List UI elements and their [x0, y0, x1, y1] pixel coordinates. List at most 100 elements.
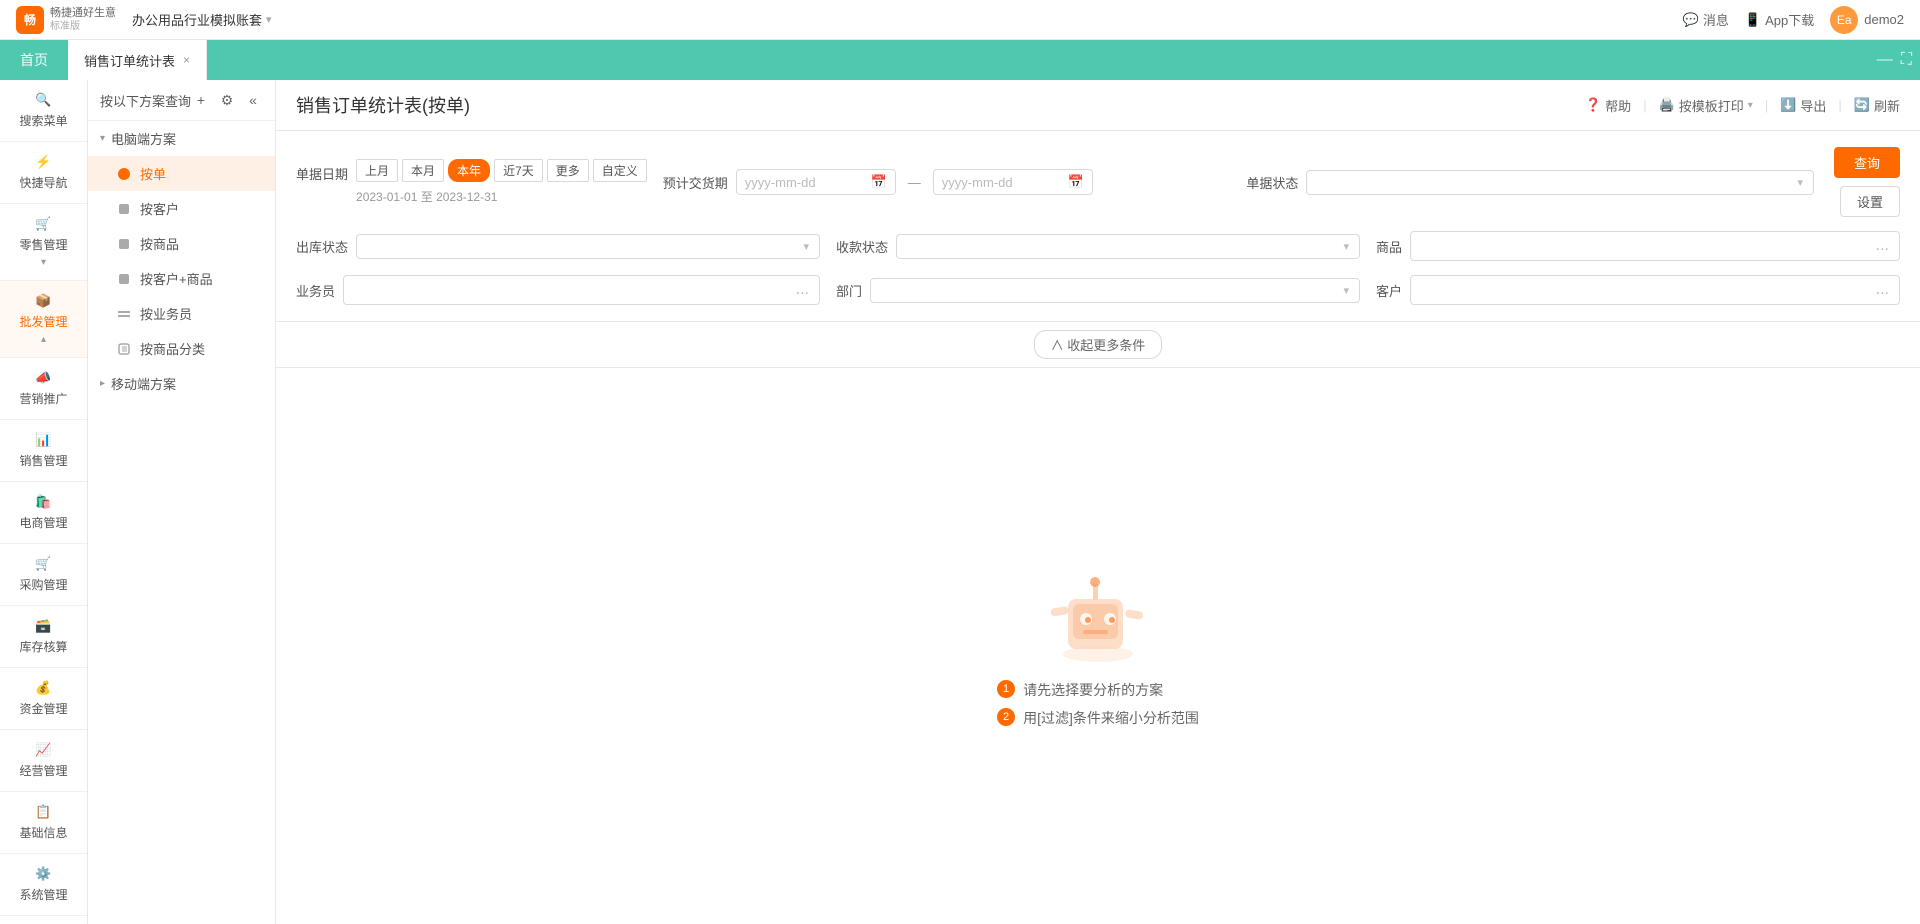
phone-icon: 📱: [1745, 12, 1761, 28]
sidebar-item-cooperation[interactable]: 🤝 企业协同: [0, 916, 87, 924]
sidebar-item-marketing[interactable]: 📣 营销推广: [0, 358, 87, 420]
finance-icon: 💰: [35, 680, 51, 696]
basics-icon: 📋: [35, 804, 51, 820]
scheme-icon-salesman: [116, 306, 132, 322]
expected-date-end[interactable]: yyyy-mm-dd 📅: [933, 169, 1093, 195]
inventory-icon: 🗃️: [35, 618, 51, 634]
settings-btn[interactable]: 设置: [1840, 186, 1900, 217]
dept-select[interactable]: ▾: [870, 278, 1360, 303]
scheme-group-desktop: ▾ 电脑端方案 按单 按客户: [88, 121, 275, 366]
scheme-group-mobile: ▸ 移动端方案: [88, 366, 275, 401]
workspace-selector[interactable]: 办公用品行业模拟账套 ▾: [124, 6, 280, 33]
scheme-icon-customer-goods: [116, 271, 132, 287]
bill-date-filter: 单据日期 上月 本月 本年 近7天 更多 自定义 2023-01-01 至 20…: [296, 159, 647, 205]
query-btn[interactable]: 查询: [1834, 147, 1900, 178]
tab-close-btn[interactable]: ×: [183, 53, 190, 67]
customer-select[interactable]: ...: [1410, 275, 1900, 305]
sidebar-item-ecommerce[interactable]: 🛍️ 电商管理: [0, 482, 87, 544]
expected-date-filter: 预计交货期 yyyy-mm-dd 📅 — yyyy-mm-dd 📅: [663, 169, 1231, 195]
logo: 畅 畅捷通好生意 标准版: [16, 6, 116, 34]
last7-btn[interactable]: 近7天: [494, 159, 543, 182]
goods-ellipsis[interactable]: ...: [1876, 237, 1889, 255]
empty-illustration: [1038, 564, 1158, 664]
sidebar-item-search[interactable]: 🔍 搜索菜单: [0, 80, 87, 142]
scheme-item-by-customer[interactable]: 按客户: [88, 191, 275, 226]
ship-status-select[interactable]: ▾: [356, 234, 820, 259]
refresh-icon: 🔄: [1854, 97, 1870, 113]
app-download-action[interactable]: 📱 App下载: [1745, 10, 1814, 29]
sidebar-item-management[interactable]: 📈 经营管理: [0, 730, 87, 792]
scheme-icon-order: [116, 166, 132, 182]
bill-status-filter: 单据状态 ▾: [1246, 170, 1814, 195]
scheme-item-by-order[interactable]: 按单: [88, 156, 275, 191]
current-year-btn[interactable]: 本年: [448, 159, 490, 182]
filter-row-1: 单据日期 上月 本月 本年 近7天 更多 自定义 2023-01-01 至 20…: [296, 147, 1900, 217]
scheme-group-desktop-header[interactable]: ▾ 电脑端方案: [88, 121, 275, 156]
logo-icon: 畅: [16, 6, 44, 34]
retail-arrow-icon: ▾: [41, 257, 46, 268]
scheme-collapse-btn[interactable]: «: [243, 90, 263, 110]
collapse-btn[interactable]: ∧ 收起更多条件: [1034, 330, 1163, 359]
sidebar-item-sales[interactable]: 📊 销售管理: [0, 420, 87, 482]
collapse-bar[interactable]: ∧ 收起更多条件: [276, 322, 1920, 368]
sidebar-item-wholesale[interactable]: 📦 批发管理 ▴: [0, 281, 87, 358]
print-btn[interactable]: 🖨️ 按模板打印 ▾: [1659, 96, 1753, 115]
sidebar-item-purchase[interactable]: 🛒 采购管理: [0, 544, 87, 606]
tab-home[interactable]: 首页: [0, 40, 68, 80]
sidebar-item-basics[interactable]: 📋 基础信息: [0, 792, 87, 854]
scheme-item-by-customer-goods[interactable]: 按客户+商品: [88, 261, 275, 296]
last-month-btn[interactable]: 上月: [356, 159, 398, 182]
scheme-panel: 按以下方案查询 + ⚙ « ▾ 电脑端方案 按单: [88, 80, 276, 924]
receipt-status-arrow-icon: ▾: [1343, 240, 1349, 253]
tab-maximize-btn[interactable]: ⛶: [1901, 51, 1912, 69]
sidebar-item-finance[interactable]: 💰 资金管理: [0, 668, 87, 730]
scheme-group-mobile-header[interactable]: ▸ 移动端方案: [88, 366, 275, 401]
scheme-item-by-goods-category[interactable]: 按商品分类: [88, 331, 275, 366]
receipt-status-filter: 收款状态 ▾: [836, 234, 1360, 259]
retail-icon: 🛒: [35, 216, 51, 232]
refresh-btn[interactable]: 🔄 刷新: [1854, 96, 1900, 115]
bill-status-select[interactable]: ▾: [1306, 170, 1814, 195]
sidebar-item-retail[interactable]: 🛒 零售管理 ▾: [0, 204, 87, 281]
custom-date-btn[interactable]: 自定义: [593, 159, 647, 182]
action-buttons: 查询 设置: [1830, 147, 1900, 217]
print-icon: 🖨️: [1659, 97, 1675, 113]
salesman-select[interactable]: ...: [343, 275, 820, 305]
sidebar-item-shortcuts[interactable]: ⚡ 快捷导航: [0, 142, 87, 204]
export-icon: ⬇️: [1780, 97, 1796, 113]
filter-row-3: 业务员 ... 部门 ▾ 客户: [296, 275, 1900, 305]
system-icon: ⚙️: [35, 866, 51, 882]
sidebar: 🔍 搜索菜单 ⚡ 快捷导航 🛒 零售管理 ▾ 📦 批发管理 ▴ 📣 营销推广 📊…: [0, 80, 88, 924]
this-month-btn[interactable]: 本月: [402, 159, 444, 182]
help-btn[interactable]: ❓ 帮助: [1585, 96, 1631, 115]
scheme-icon-customer: [116, 201, 132, 217]
export-btn[interactable]: ⬇️ 导出: [1780, 96, 1826, 115]
sidebar-item-inventory[interactable]: 🗃️ 库存核算: [0, 606, 87, 668]
tab-sales-statistics[interactable]: 销售订单统计表 ×: [68, 40, 207, 80]
salesman-ellipsis[interactable]: ...: [796, 281, 809, 299]
expected-date-start[interactable]: yyyy-mm-dd 📅: [736, 169, 896, 195]
goods-filter: 商品 ...: [1376, 231, 1900, 261]
scheme-item-by-goods[interactable]: 按商品: [88, 226, 275, 261]
goods-select[interactable]: ...: [1410, 231, 1900, 261]
wholesale-icon: 📦: [35, 293, 51, 309]
receipt-status-select[interactable]: ▾: [896, 234, 1360, 259]
message-action[interactable]: 💬 消息: [1683, 10, 1729, 29]
bill-status-arrow-icon: ▾: [1797, 176, 1803, 189]
tab-minimize-btn[interactable]: —: [1877, 51, 1893, 69]
scheme-settings-btn[interactable]: ⚙: [217, 90, 237, 110]
customer-ellipsis[interactable]: ...: [1876, 281, 1889, 299]
dept-filter: 部门 ▾: [836, 278, 1360, 303]
mobile-group-arrow-icon: ▸: [100, 378, 105, 389]
user-profile[interactable]: Ea demo2: [1830, 6, 1904, 34]
group-arrow-icon: ▾: [100, 133, 105, 144]
shortcut-icon: ⚡: [35, 154, 51, 170]
right-content: 销售订单统计表(按单) ❓ 帮助 | 🖨️ 按模板打印 ▾ | ⬇️: [276, 80, 1920, 924]
scheme-add-btn[interactable]: +: [191, 90, 211, 110]
scheme-item-by-salesman[interactable]: 按业务员: [88, 296, 275, 331]
more-date-btn[interactable]: 更多: [547, 159, 589, 182]
sidebar-item-system[interactable]: ⚙️ 系统管理: [0, 854, 87, 916]
dept-arrow-icon: ▾: [1343, 284, 1349, 297]
scheme-icon-goods-category: [116, 341, 132, 357]
salesman-filter: 业务员 ...: [296, 275, 820, 305]
